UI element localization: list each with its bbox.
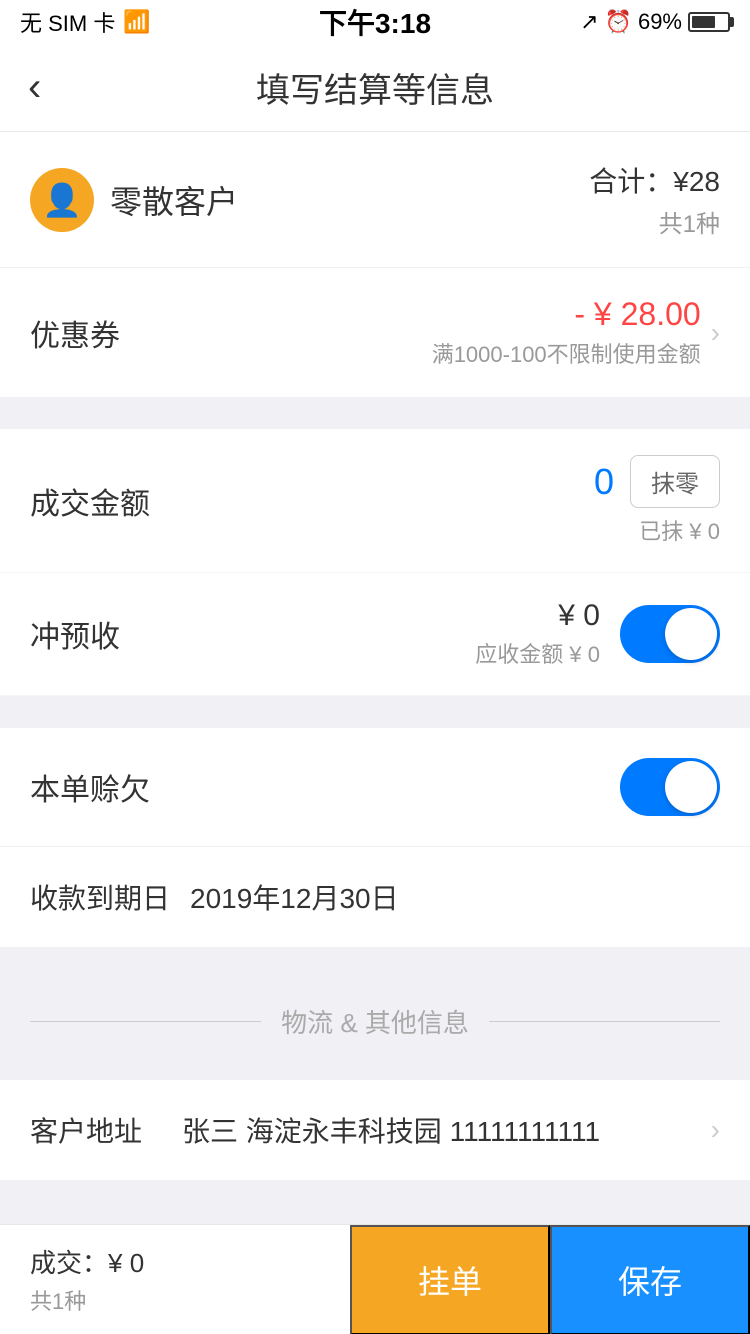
- customer-avatar: 👤: [30, 168, 94, 232]
- deal-amount-row: 成交金额 0 抹零 已抹 ¥ 0: [0, 429, 750, 573]
- location-icon: ↗: [580, 9, 598, 35]
- save-button[interactable]: 保存: [550, 1225, 750, 1334]
- credit-toggle[interactable]: [620, 758, 720, 816]
- coupon-amount: - ¥ 28.00: [432, 296, 701, 333]
- deal-amount-label: 成交金额: [30, 479, 150, 523]
- nav-bar: ‹ 填写结算等信息: [0, 44, 750, 132]
- bottom-deal-value: ¥ 0: [108, 1248, 144, 1278]
- address-card: 客户地址 张三 海淀永丰科技园 11111111111 ›: [0, 1080, 750, 1180]
- battery-fill: [692, 16, 715, 28]
- customer-row: 👤 零散客户 合计：¥28 共1种: [0, 132, 750, 267]
- prepay-right: ¥ 0 应收金额 ¥ 0: [475, 599, 720, 669]
- customer-card: 👤 零散客户 合计：¥28 共1种 优惠券 - ¥ 28.00 满1000-10…: [0, 132, 750, 397]
- prepay-receivable: 应收金额 ¥ 0: [475, 637, 600, 669]
- round-off-button[interactable]: 抹零: [630, 455, 720, 508]
- deal-amount-input-row: 0 抹零: [534, 455, 720, 508]
- coupon-desc: 满1000-100不限制使用金额: [432, 337, 701, 369]
- due-date-row: 收款到期日 2019年12月30日: [0, 846, 750, 947]
- deal-amount-input[interactable]: 0: [534, 461, 614, 503]
- coupon-row[interactable]: 优惠券 - ¥ 28.00 满1000-100不限制使用金额 ›: [0, 267, 750, 397]
- credit-label: 本单赊欠: [30, 765, 150, 809]
- bottom-deal-text: 成交：¥ 0: [30, 1243, 320, 1280]
- bottom-count: 共1种: [30, 1284, 320, 1316]
- content: 👤 零散客户 合计：¥28 共1种 优惠券 - ¥ 28.00 满1000-10…: [0, 132, 750, 1316]
- coupon-right: - ¥ 28.00 满1000-100不限制使用金额 ›: [432, 296, 720, 369]
- status-right: ↗ ⏰ 69%: [580, 9, 730, 35]
- credit-row: 本单赊欠: [0, 728, 750, 846]
- wifi-icon: 📶: [123, 9, 150, 35]
- deal-amount-value-area: 0 抹零 已抹 ¥ 0: [534, 455, 720, 546]
- prepay-amounts: ¥ 0 应收金额 ¥ 0: [475, 599, 600, 669]
- address-chevron: ›: [711, 1114, 720, 1146]
- credit-toggle-knob: [665, 761, 717, 813]
- prepay-row: 冲预收 ¥ 0 应收金额 ¥ 0: [0, 573, 750, 696]
- due-date-value: 2019年12月30日: [190, 877, 399, 917]
- sim-status: 无 SIM 卡: [20, 6, 115, 38]
- bottom-summary: 成交：¥ 0 共1种: [0, 1243, 350, 1316]
- section-divider-2: [0, 712, 750, 728]
- customer-count: 共1种: [589, 204, 720, 239]
- customer-name: 零散客户: [110, 177, 238, 223]
- coupon-detail: - ¥ 28.00 满1000-100不限制使用金额: [432, 296, 701, 369]
- page-title: 填写结算等信息: [256, 63, 494, 112]
- address-label: 客户地址: [30, 1110, 142, 1150]
- hold-button[interactable]: 挂单: [350, 1225, 550, 1334]
- address-row[interactable]: 客户地址 张三 海淀永丰科技园 11111111111 ›: [0, 1080, 750, 1180]
- status-left: 无 SIM 卡 📶: [20, 6, 151, 38]
- customer-total: 合计：¥28: [589, 160, 720, 200]
- status-bar: 无 SIM 卡 📶 下午3:18 ↗ ⏰ 69%: [0, 0, 750, 44]
- alarm-icon: ⏰: [605, 9, 632, 35]
- address-value: 张三 海淀永丰科技园 11111111111: [182, 1110, 691, 1150]
- section-divider-1: [0, 413, 750, 429]
- due-date-label: 收款到期日: [30, 877, 170, 917]
- credit-card: 本单赊欠 收款到期日 2019年12月30日: [0, 728, 750, 947]
- coupon-chevron: ›: [711, 317, 720, 349]
- battery-percent: 69%: [638, 9, 682, 35]
- section-divider-4: [0, 1064, 750, 1080]
- section-divider-3: [0, 963, 750, 979]
- bottom-deal-label: 成交：: [30, 1248, 108, 1278]
- already-deducted-text: 已抹 ¥ 0: [639, 514, 720, 546]
- deal-amount-card: 成交金额 0 抹零 已抹 ¥ 0 冲预收 ¥ 0 应收金额 ¥ 0: [0, 429, 750, 696]
- logistics-line-left: [30, 1021, 261, 1022]
- logistics-text: 物流 & 其他信息: [261, 1003, 489, 1040]
- prepay-amount: ¥ 0: [475, 599, 600, 633]
- customer-left: 👤 零散客户: [30, 168, 238, 232]
- logistics-line-right: [489, 1021, 720, 1022]
- customer-right: 合计：¥28 共1种: [589, 160, 720, 239]
- back-button[interactable]: ‹: [28, 65, 41, 110]
- status-time: 下午3:18: [319, 2, 431, 42]
- prepay-label: 冲预收: [30, 612, 120, 656]
- avatar-icon: 👤: [42, 181, 82, 219]
- prepay-toggle[interactable]: [620, 605, 720, 663]
- coupon-label: 优惠券: [30, 311, 120, 355]
- bottom-bar: 成交：¥ 0 共1种 挂单 保存: [0, 1224, 750, 1334]
- logistics-header: 物流 & 其他信息: [0, 979, 750, 1064]
- prepay-toggle-knob: [665, 608, 717, 660]
- battery-icon: [688, 12, 730, 32]
